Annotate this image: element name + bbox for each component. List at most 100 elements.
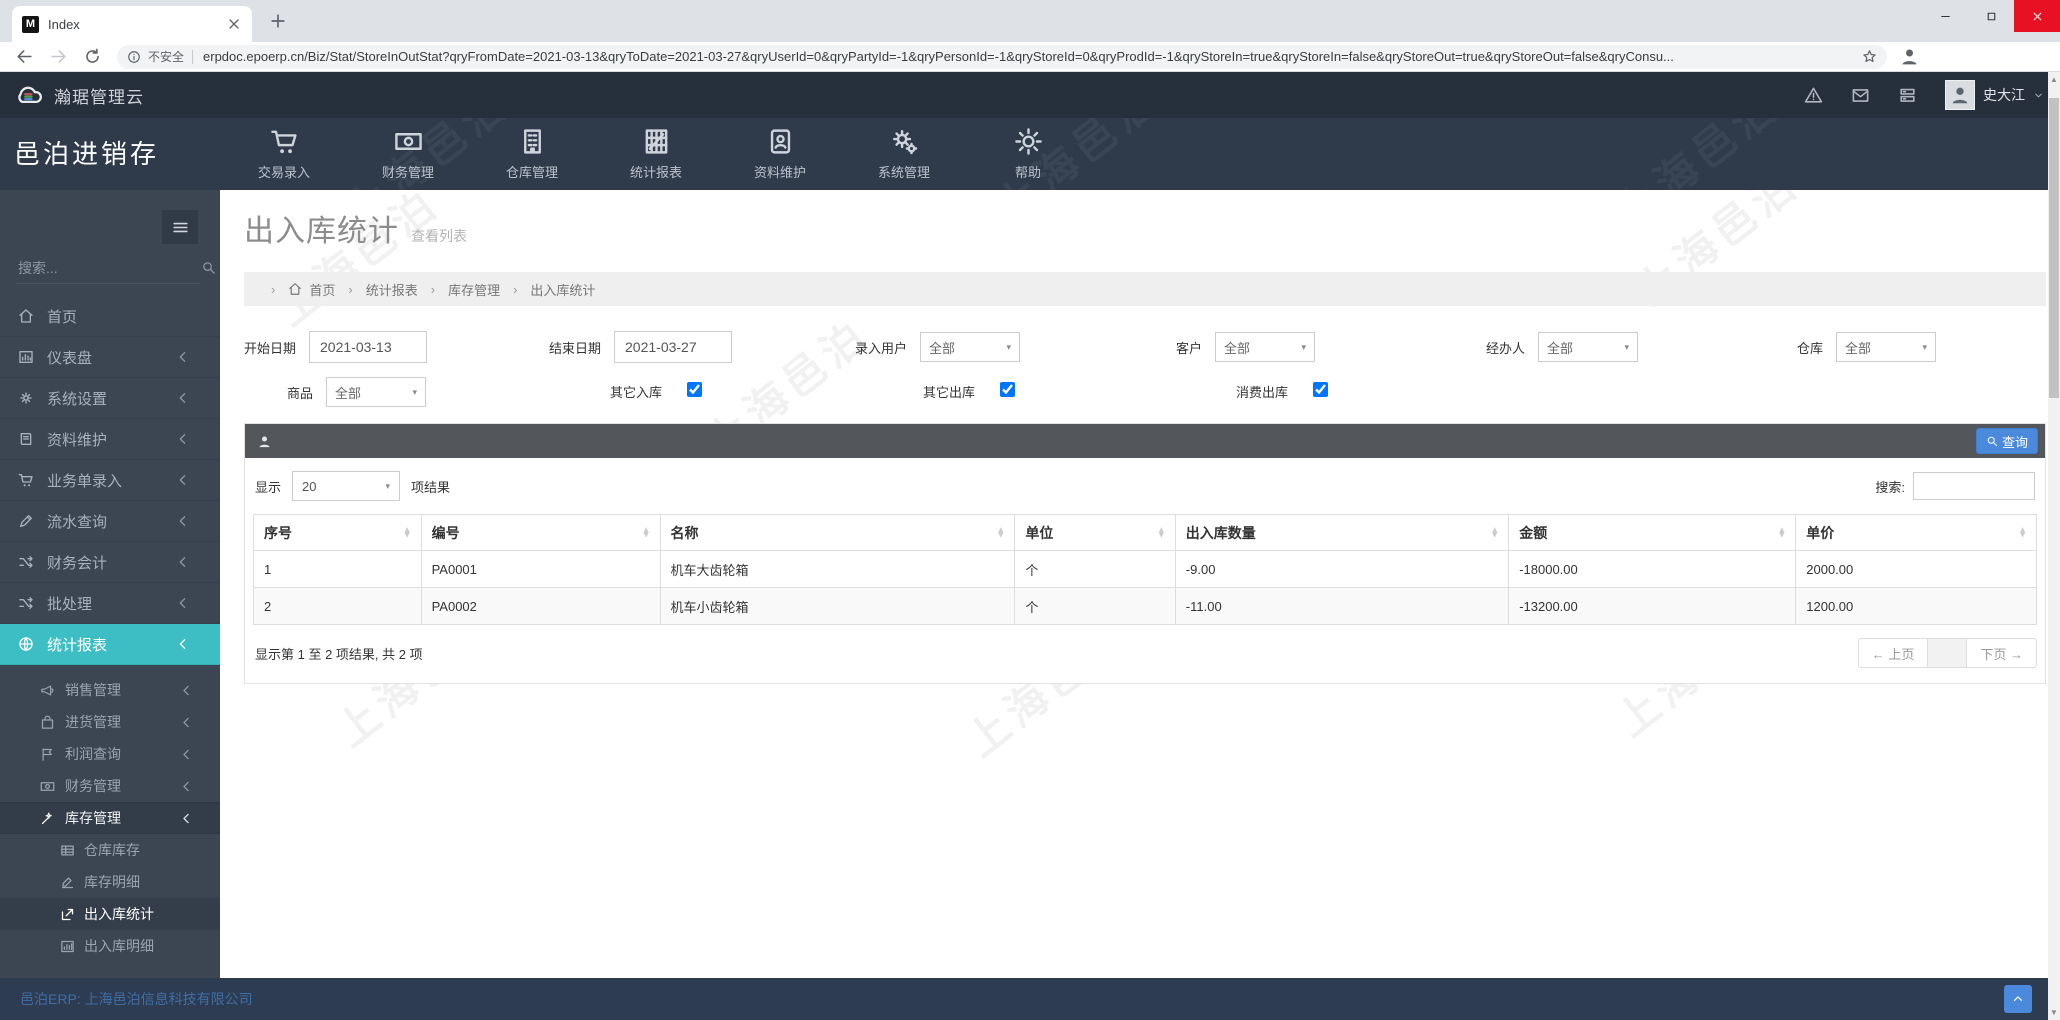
share-icon xyxy=(60,907,75,922)
browser-tab[interactable]: M Index xyxy=(12,6,252,42)
url-text[interactable]: erpdoc.epoerp.cn/Biz/Stat/StoreInOutStat… xyxy=(203,49,1862,64)
column-header[interactable]: 金额 ▲ ▼ xyxy=(1508,514,1797,551)
sidebar-item[interactable]: 流水查询 xyxy=(0,501,220,542)
sidebar-item[interactable]: 首页 xyxy=(0,296,220,337)
column-header[interactable]: 名称 ▲ ▼ xyxy=(659,514,1016,551)
refresh-icon[interactable] xyxy=(83,47,102,66)
cell-name: 机车大齿轮箱 xyxy=(659,550,1016,588)
sidebar-item[interactable]: 批处理 xyxy=(0,583,220,624)
sidebar-item[interactable]: 出入库明细 xyxy=(0,930,220,962)
tab-title: Index xyxy=(48,16,80,32)
nav-menu-item[interactable]: 统计报表 xyxy=(594,118,718,190)
checkbox-label: 其它入库 xyxy=(610,384,663,400)
column-header[interactable]: 编号 ▲ ▼ xyxy=(420,514,661,551)
nav-menu-item[interactable]: 交易录入 xyxy=(222,118,346,190)
chevron-left-icon xyxy=(175,349,191,365)
chevron-left-icon xyxy=(175,472,191,488)
sidebar-item[interactable]: 财务管理 xyxy=(0,770,220,802)
filter-checkbox[interactable] xyxy=(1000,382,1016,397)
sidebar-item[interactable]: 库存管理 xyxy=(0,802,220,834)
scrollbar-thumb[interactable] xyxy=(2049,98,2059,398)
sidebar-item[interactable]: 系统设置 xyxy=(0,378,220,419)
nav-menu-item[interactable]: 系统管理 xyxy=(842,118,966,190)
nav-menu-item[interactable]: 仓库管理 xyxy=(470,118,594,190)
agent-select[interactable]: 全部 ▾ xyxy=(1538,332,1639,362)
breadcrumb-item[interactable]: 统计报表 xyxy=(335,280,418,299)
cell-price: 2000.00 xyxy=(1795,550,2037,588)
bookmark-star-icon[interactable] xyxy=(1862,49,1877,64)
user-menu[interactable]: 史大江 xyxy=(1945,80,2044,110)
start-date-input[interactable] xyxy=(309,331,428,363)
list-icon xyxy=(60,843,75,858)
browser-profile-icon[interactable] xyxy=(1899,46,1920,67)
table-search-input[interactable] xyxy=(1913,472,2035,500)
query-button[interactable]: 查询 xyxy=(1975,428,2038,454)
page-size-select[interactable]: 20 ▾ xyxy=(292,471,401,501)
nav-menu-label: 仓库管理 xyxy=(505,165,558,180)
new-tab-icon[interactable] xyxy=(268,11,288,31)
warehouse-select[interactable]: 全部 ▾ xyxy=(1836,332,1937,362)
breadcrumb-item[interactable]: 出入库统计 xyxy=(500,280,595,299)
scroll-down-icon[interactable]: ▼ xyxy=(2048,1008,2060,1017)
url-omnibox[interactable]: 不安全 erpdoc.epoerp.cn/Biz/Stat/StoreInOut… xyxy=(117,44,1887,69)
table-row[interactable]: 2 PA0002 机车小齿轮箱 个 -11.00 -13200.00 1200.… xyxy=(253,587,2037,625)
column-header[interactable]: 单价 ▲ ▼ xyxy=(1795,514,2037,551)
sidebar-item[interactable]: 进货管理 xyxy=(0,706,220,738)
search-icon[interactable] xyxy=(201,260,216,275)
sidebar-item[interactable]: 业务单录入 xyxy=(0,460,220,501)
nav-menu-item[interactable]: 财务管理 xyxy=(346,118,470,190)
sidebar-item[interactable]: 出入库统计 xyxy=(0,898,220,930)
nav-menu-item[interactable]: 帮助 xyxy=(966,118,1090,190)
column-header[interactable]: 序号 ▲ ▼ xyxy=(253,514,422,551)
back-to-top-button[interactable] xyxy=(2004,985,2032,1013)
forward-icon[interactable] xyxy=(49,47,68,66)
product-select[interactable]: 全部 ▾ xyxy=(326,377,427,407)
sidebar-item[interactable]: 财务会计 xyxy=(0,542,220,583)
table-footer: 显示第 1 至 2 项结果, 共 2 项 ← 上页 下页 → xyxy=(245,625,2045,683)
end-date-input[interactable] xyxy=(614,331,733,363)
cell-code: PA0001 xyxy=(420,550,661,588)
user-select-value: 全部 xyxy=(929,340,956,356)
messages-icon[interactable] xyxy=(1851,86,1870,105)
tasks-icon[interactable] xyxy=(1898,86,1917,105)
user-select[interactable]: 全部 ▾ xyxy=(920,332,1021,362)
filter-checkbox[interactable] xyxy=(1313,382,1329,397)
next-page-button[interactable]: 下页 → xyxy=(1966,638,2037,668)
window-maximize-button[interactable] xyxy=(1968,0,2014,32)
sidebar-collapse-button[interactable] xyxy=(162,210,198,244)
table-row[interactable]: 1 PA0001 机车大齿轮箱 个 -9.00 -18000.00 2000.0… xyxy=(253,550,2037,588)
filter-checkbox[interactable] xyxy=(687,382,703,397)
scroll-up-icon[interactable]: ▲ xyxy=(2048,75,2060,84)
customer-select[interactable]: 全部 ▾ xyxy=(1215,332,1316,362)
breadcrumb-item[interactable]: 首页 xyxy=(258,280,335,299)
sidebar-item[interactable]: 库存明细 xyxy=(0,866,220,898)
brand-title: 瀚琚管理云 xyxy=(54,87,144,107)
sidebar-item[interactable]: 仪表盘 xyxy=(0,337,220,378)
sidebar-item-label: 资料维护 xyxy=(47,431,108,449)
sidebar-search-input[interactable] xyxy=(16,258,201,277)
prev-page-button[interactable]: ← 上页 xyxy=(1857,638,1929,668)
page-subtitle: 查看列表 xyxy=(411,228,467,244)
sidebar-item[interactable]: 仓库库存 xyxy=(0,834,220,866)
column-header[interactable]: 出入库数量 ▲ ▼ xyxy=(1174,514,1510,551)
info-icon[interactable] xyxy=(127,50,141,64)
sidebar-item[interactable]: 销售管理 xyxy=(0,674,220,706)
sidebar-item[interactable]: 统计报表 xyxy=(0,624,220,665)
breadcrumb-item[interactable]: 库存管理 xyxy=(418,280,500,299)
sidebar-item[interactable]: 利润查询 xyxy=(0,738,220,770)
sidebar-item-label: 财务会计 xyxy=(47,554,108,572)
alerts-icon[interactable] xyxy=(1804,86,1823,105)
column-header[interactable]: 单位 ▲ ▼ xyxy=(1014,514,1176,551)
nav-menu-item[interactable]: 资料维护 xyxy=(718,118,842,190)
window-minimize-button[interactable] xyxy=(1922,0,1968,32)
window-close-button[interactable] xyxy=(2014,0,2060,32)
sidebar-item-label: 库存明细 xyxy=(84,874,140,890)
back-icon[interactable] xyxy=(15,47,34,66)
tab-close-icon[interactable] xyxy=(226,16,242,32)
sidebar-item[interactable]: 资料维护 xyxy=(0,419,220,460)
scrollbar[interactable]: ▲ ▼ xyxy=(2048,72,2060,1020)
dashboard-icon xyxy=(18,349,34,365)
sidebar-item-label: 出入库明细 xyxy=(84,938,154,954)
pen-icon xyxy=(18,513,34,529)
person-icon[interactable] xyxy=(257,434,272,449)
